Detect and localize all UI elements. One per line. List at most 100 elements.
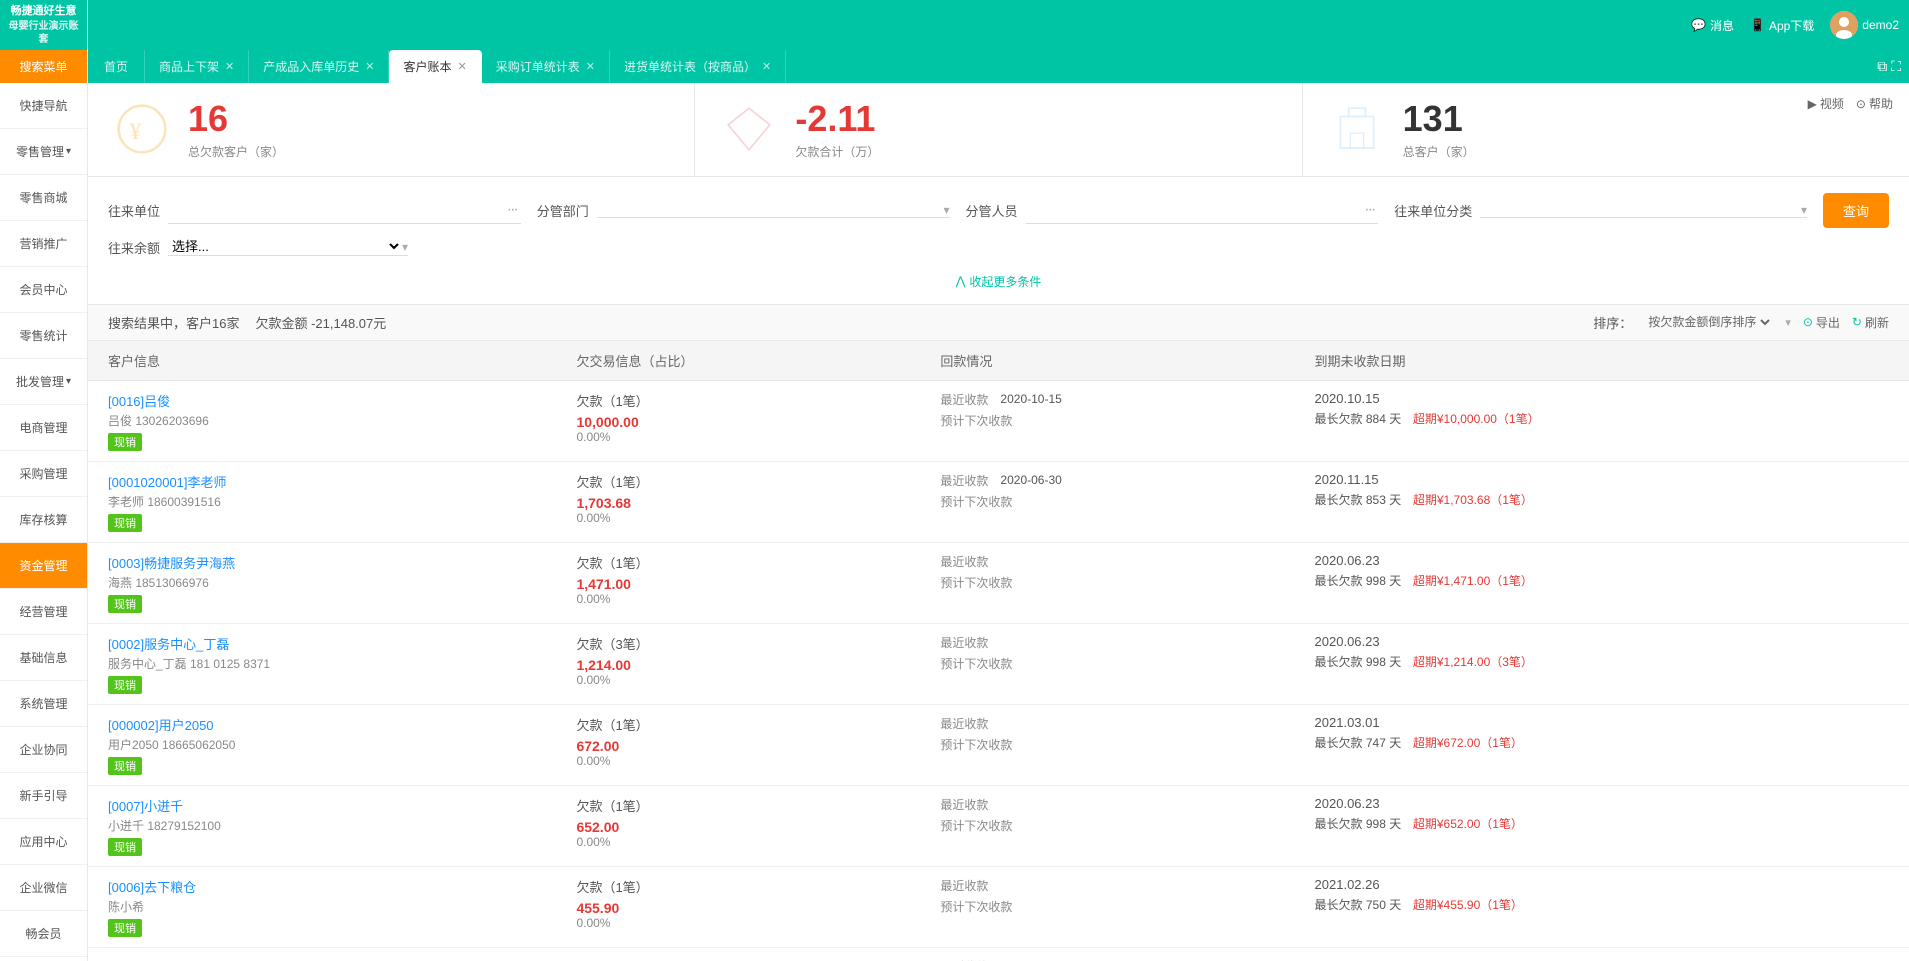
search-menu-item[interactable]: 搜索菜单 [0, 50, 87, 83]
sidebar-nav: 快捷导航 零售管理▾ 零售商城 营销推广 会员中心 零售统计 批发管理▾ 电商管… [0, 83, 87, 961]
debt-info-cell: 欠款（3笔） 1,214.00 0.00% [556, 623, 920, 704]
filter-branch-person-dots[interactable]: ··· [1364, 201, 1374, 219]
tab-close-product-offline[interactable]: ✕ [225, 60, 234, 73]
customer-info-cell: [0003]畅捷服务尹海燕 海燕 18513066976 现销 [88, 542, 556, 623]
help-button[interactable]: ⊙ 帮助 [1856, 95, 1893, 112]
filter-source-unit-type: 往来单位分类 ▾ [1394, 201, 1807, 220]
collapse-filter-button[interactable]: ⋀ 收起更多条件 [108, 267, 1889, 296]
tab-close-customer-account[interactable]: ✕ [458, 60, 467, 73]
customer-name-link[interactable]: [0002]服务中心_丁磊 [108, 637, 229, 652]
customer-phone: 陈小希 [108, 898, 536, 915]
filter-branch-person-input[interactable] [1030, 202, 1365, 217]
overdue-link[interactable]: 超期¥1,214.00（3笔） [1413, 655, 1533, 669]
debt-count: 欠款（1笔） [576, 391, 900, 410]
return-next-label: 预计下次收款 [940, 738, 1012, 752]
sidebar-item-retail-mgmt[interactable]: 零售管理▾ [0, 129, 87, 175]
sidebar-item-vip[interactable]: 畅会员 [0, 911, 87, 957]
filter-branch-dept-input[interactable] [597, 202, 944, 217]
customer-name-link[interactable]: [000002]用户2050 [108, 718, 214, 733]
overdue-link[interactable]: 超期¥455.90（1笔） [1413, 898, 1523, 912]
table-row: [0002]服务中心_丁磊 服务中心_丁磊 181 0125 8371 现销 欠… [88, 623, 1909, 704]
tab-production-history[interactable]: 产成品入库单历史 ✕ [249, 50, 389, 83]
overdue-link[interactable]: 超期¥1,703.68（1笔） [1413, 493, 1533, 507]
debt-pct: 0.00% [576, 916, 900, 930]
customer-name-link[interactable]: [0007]小迸千 [108, 799, 183, 814]
customer-name-link[interactable]: [0006]去下粮仓 [108, 880, 196, 895]
filter-branch-person: 分管人员 ··· [966, 197, 1379, 224]
sidebar-item-inventory[interactable]: 库存核算 [0, 497, 87, 543]
sidebar-item-purchase-mgmt[interactable]: 采购管理 [0, 451, 87, 497]
overdue-link[interactable]: 超期¥10,000.00（1笔） [1413, 412, 1540, 426]
export-button[interactable]: ⊙ 导出 [1803, 314, 1840, 331]
logo-area: 畅捷通好生意 母婴行业演示账套 [0, 0, 87, 50]
sidebar-item-app-center[interactable]: 应用中心 [0, 819, 87, 865]
tab-stock-statistics[interactable]: 进货单统计表（按商品） ✕ [610, 50, 786, 83]
query-button[interactable]: 查询 [1823, 193, 1889, 228]
sidebar-item-marketing[interactable]: 营销推广 [0, 221, 87, 267]
debt-amount: 455.90 [576, 900, 900, 916]
debt-pct: 0.00% [576, 754, 900, 768]
sort-select[interactable]: 按欠款金额倒序排序 [1644, 314, 1773, 330]
tab-restore-icon[interactable]: ⧉ [1877, 58, 1887, 75]
tab-home[interactable]: 首页 [88, 50, 145, 83]
view-video-button[interactable]: ▶ 视频 [1808, 95, 1844, 112]
overdue-link[interactable]: 超期¥1,471.00（1笔） [1413, 574, 1533, 588]
stat-debt-customers-label: 总欠款客户（家） [188, 143, 284, 160]
debt-total-text: 欠款金额 -21,148.07元 [255, 313, 386, 332]
sidebar-item-member[interactable]: 会员中心 [0, 267, 87, 313]
customer-name-link[interactable]: [0001020001]李老师 [108, 475, 227, 490]
user-menu[interactable]: demo2 [1830, 11, 1899, 39]
overdue-days: 最长欠款 747 天 [1315, 736, 1402, 750]
sidebar-item-basic-info[interactable]: 基础信息 [0, 635, 87, 681]
debt-pct: 0.00% [576, 511, 900, 525]
tab-close-production-history[interactable]: ✕ [365, 60, 374, 73]
overdue-link[interactable]: 超期¥652.00（1笔） [1413, 817, 1523, 831]
sidebar-item-retail-mall[interactable]: 零售商城 [0, 175, 87, 221]
col-due-date: 到期未收款日期 [1295, 341, 1909, 381]
tab-product-offline[interactable]: 商品上下架 ✕ [145, 50, 249, 83]
tab-customer-account[interactable]: 客户账本 ✕ [389, 50, 481, 83]
refresh-button[interactable]: ↻ 刷新 [1852, 314, 1889, 331]
building-icon [1327, 99, 1387, 159]
sidebar-item-new-guide[interactable]: 新手引导 [0, 773, 87, 819]
filter-source-unit-input[interactable] [172, 202, 507, 217]
customer-badge: 现销 [108, 514, 142, 532]
sidebar-item-enterprise-coop[interactable]: 企业协同 [0, 727, 87, 773]
table-header: 客户信息 欠交易信息（占比） 回款情况 到期未收款日期 [88, 341, 1909, 381]
tab-close-stock-statistics[interactable]: ✕ [762, 60, 771, 73]
filter-balance-select[interactable]: 选择... [168, 238, 402, 255]
return-next-label: 预计下次收款 [940, 657, 1012, 671]
stat-total-customers: 131 总客户（家） ▶ 视频 ⊙ 帮助 [1303, 83, 1909, 176]
stat-debt-amount-number: -2.11 [795, 99, 879, 139]
debt-count: 欠款（1笔） [576, 796, 900, 815]
tab-purchase-order[interactable]: 采购订单统计表 ✕ [482, 50, 610, 83]
table-row: [0001020001]李老师 李老师 18600391516 现销 欠款（1笔… [88, 461, 1909, 542]
due-date-cell: 2021.03.01 最长欠款 747 天 超期¥672.00（1笔） [1295, 704, 1909, 785]
stats-bar: ¥ 16 总欠款客户（家） -2.11 欠款合计（万） [88, 83, 1909, 177]
sidebar-item-batch-mgmt[interactable]: 批发管理▾ [0, 359, 87, 405]
tab-maximize-icon[interactable]: ⛶ [1891, 58, 1901, 75]
debt-info-cell: 欠款（1笔） 672.00 0.00% [556, 704, 920, 785]
sidebar-item-operations[interactable]: 经营管理 [0, 589, 87, 635]
filter-source-unit-type-input[interactable] [1480, 202, 1801, 217]
sidebar-item-quick-nav[interactable]: 快捷导航 [0, 83, 87, 129]
sidebar-item-ecommerce[interactable]: 电商管理 [0, 405, 87, 451]
sidebar-item-retail-stats[interactable]: 零售统计 [0, 313, 87, 359]
sidebar-item-enterprise-wechat[interactable]: 企业微信 [0, 865, 87, 911]
sidebar-item-capital[interactable]: 资金管理 [0, 543, 87, 589]
debt-count: 欠款（1笔） [576, 715, 900, 734]
refresh-icon: ↻ [1852, 315, 1862, 329]
sidebar-item-system[interactable]: 系统管理 [0, 681, 87, 727]
sort-label: 排序： [1593, 313, 1632, 332]
customer-name-link[interactable]: [0003]畅捷服务尹海燕 [108, 556, 235, 571]
return-info-cell: 最近收款 2020-10-15 预计下次收款 [920, 380, 1294, 461]
overdue-link[interactable]: 超期¥672.00（1笔） [1413, 736, 1523, 750]
customer-name-link[interactable]: [0016]吕俊 [108, 394, 170, 409]
filter-source-unit-type-label: 往来单位分类 [1394, 201, 1472, 220]
filter-source-unit-dots[interactable]: ··· [507, 201, 517, 219]
app-download-button[interactable]: 📱 App下载 [1750, 17, 1814, 34]
message-button[interactable]: 💬 消息 [1691, 17, 1734, 34]
customer-table: 客户信息 欠交易信息（占比） 回款情况 到期未收款日期 [0016]吕俊 吕俊 … [88, 341, 1909, 961]
tab-close-purchase-order[interactable]: ✕ [586, 60, 595, 73]
return-next-label: 预计下次收款 [940, 900, 1012, 914]
